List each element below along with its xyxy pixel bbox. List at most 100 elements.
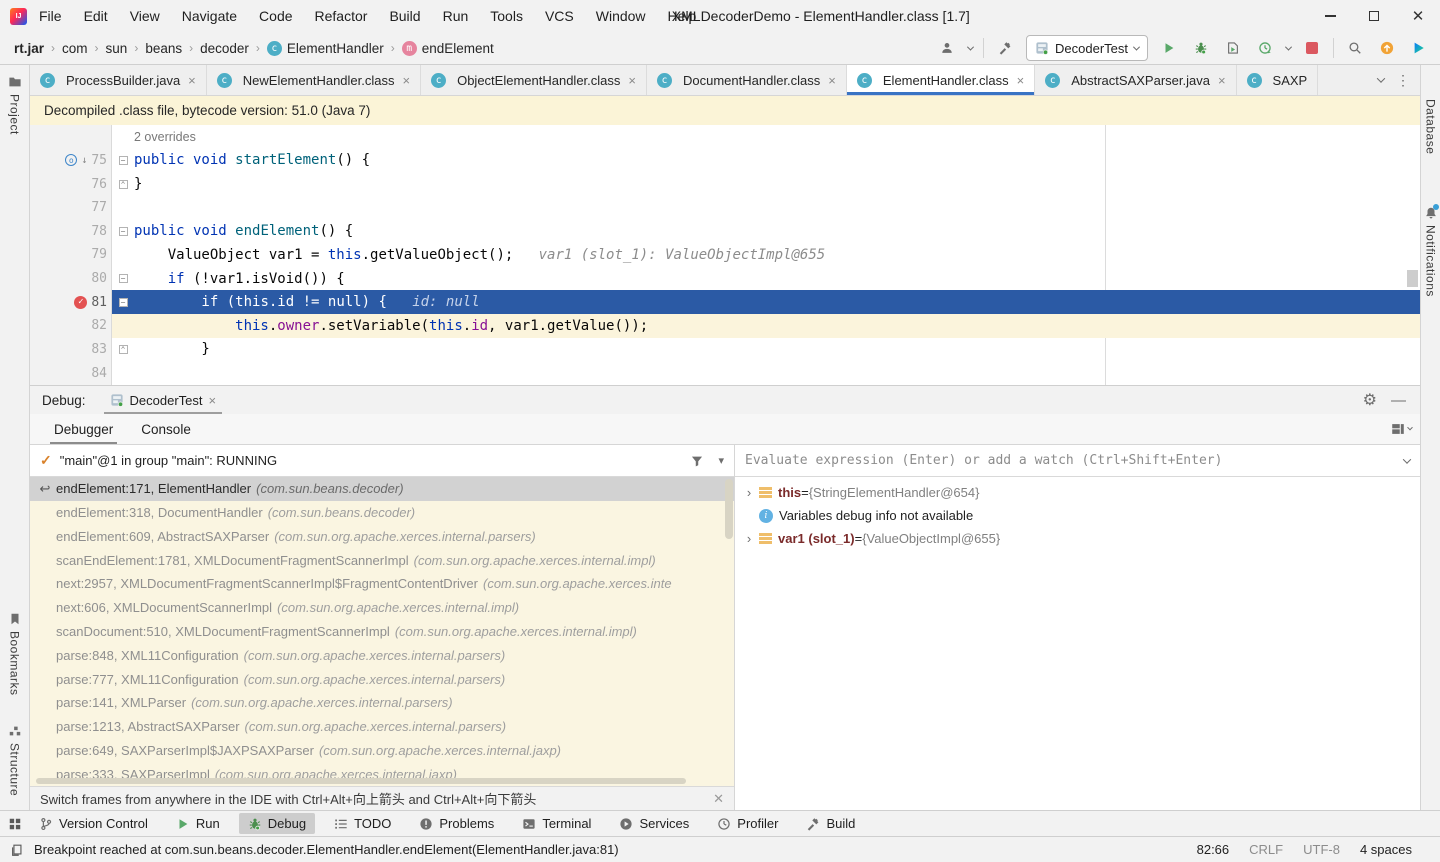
indent-setting[interactable]: 4 spaces (1360, 842, 1412, 857)
expand-chevron-icon[interactable]: › (741, 531, 757, 546)
stack-frame-row[interactable]: endElement:609, AbstractSAXParser (com.su… (30, 525, 734, 549)
tool-window-button-run[interactable]: Run (167, 813, 229, 834)
file-encoding[interactable]: UTF-8 (1303, 842, 1340, 857)
code-line-text[interactable]: if (!var1.isVoid()) { (134, 267, 1420, 291)
code-line-text[interactable]: 2 overrides (134, 125, 1420, 149)
override-marker-icon[interactable]: o (65, 154, 78, 167)
variable-row[interactable]: › this = {StringElementHandler@654} (735, 481, 1420, 504)
variable-row[interactable]: › var1 (slot_1) = {ValueObjectImpl@655} (735, 527, 1420, 550)
tool-window-button-debug[interactable]: Debug (238, 813, 316, 834)
menu-refactor[interactable]: Refactor (315, 8, 368, 24)
menu-code[interactable]: Code (259, 8, 292, 24)
stack-frame-row[interactable]: parse:1213, AbstractSAXParser (com.sun.or… (30, 715, 734, 739)
close-icon[interactable]: × (209, 393, 217, 408)
stack-frame-row[interactable]: next:606, XMLDocumentScannerImpl (com.sun… (30, 596, 734, 620)
breadcrumb-item-com[interactable]: com (62, 41, 88, 56)
code-editor[interactable]: 2 overrides o ↓ 75− public void startElement… (30, 125, 1420, 385)
filter-funnel-icon[interactable] (690, 454, 704, 468)
menu-vcs[interactable]: VCS (545, 8, 574, 24)
menu-window[interactable]: Window (596, 8, 646, 24)
editor-tab-processbuilder-java[interactable]: c ProcessBuilder.java × (30, 65, 207, 95)
stack-frame-row[interactable]: endElement:318, DocumentHandler (com.sun.… (30, 501, 734, 525)
breadcrumb-item-endelement[interactable]: m endElement (401, 40, 494, 56)
breadcrumb-item-beans[interactable]: beans (145, 41, 182, 56)
code-line-text[interactable]: public void endElement() { (134, 220, 1420, 244)
close-icon[interactable]: × (403, 73, 411, 88)
chevron-down-icon[interactable] (1284, 43, 1293, 51)
debug-button[interactable] (1190, 37, 1212, 59)
stack-frame-row[interactable]: parse:141, XMLParser (com.sun.org.apache.… (30, 691, 734, 715)
minimize-button[interactable] (1308, 0, 1352, 32)
menu-edit[interactable]: Edit (84, 8, 108, 24)
chevron-down-icon[interactable] (966, 43, 975, 51)
breadcrumb-item-rt.jar[interactable]: rt.jar (14, 41, 44, 56)
tool-window-switcher-icon[interactable] (0, 817, 30, 831)
fold-expand-icon[interactable]: ⌃ (118, 344, 128, 354)
editor-scrollbar[interactable] (1407, 270, 1418, 287)
menu-build[interactable]: Build (389, 8, 420, 24)
tool-window-button-profiler[interactable]: Profiler (708, 813, 787, 834)
menu-file[interactable]: File (39, 8, 62, 24)
stack-frame-row[interactable]: parse:848, XML11Configuration (com.sun.or… (30, 643, 734, 667)
breadcrumb-item-sun[interactable]: sun (106, 41, 128, 56)
breakpoint-icon[interactable]: ✓ (74, 295, 88, 309)
menu-tools[interactable]: Tools (490, 8, 523, 24)
editor-tab-objectelementhandler-class[interactable]: c ObjectElementHandler.class × (421, 65, 647, 95)
plugin-promo-icon[interactable] (1408, 37, 1430, 59)
chevron-down-icon[interactable] (1402, 454, 1412, 464)
code-line-text[interactable]: } (134, 338, 1420, 362)
line-ending[interactable]: CRLF (1249, 842, 1283, 857)
more-options-icon[interactable]: ⋮ (1396, 72, 1410, 89)
tool-button-database[interactable]: Database (1424, 99, 1438, 154)
tool-button-bookmarks[interactable]: Bookmarks (8, 612, 22, 696)
stop-button[interactable] (1301, 37, 1323, 59)
close-icon[interactable]: ✕ (713, 791, 724, 807)
code-line-text[interactable] (134, 196, 1420, 220)
menu-navigate[interactable]: Navigate (182, 8, 237, 24)
run-configuration-select[interactable]: DecoderTest (1026, 35, 1148, 61)
fold-collapse-icon[interactable]: − (118, 226, 128, 236)
debug-session-tab[interactable]: DecoderTest × (103, 386, 223, 414)
tab-console[interactable]: Console (127, 414, 205, 444)
coverage-button[interactable] (1222, 37, 1244, 59)
frames-vscrollbar[interactable] (725, 479, 733, 539)
tool-window-button-problems[interactable]: Problems (410, 813, 503, 834)
code-line-text[interactable] (134, 361, 1420, 385)
tool-window-button-build[interactable]: Build (797, 813, 864, 834)
run-button[interactable] (1158, 37, 1180, 59)
code-line-text[interactable]: public void startElement() { (134, 149, 1420, 173)
editor-tab-documenthandler-class[interactable]: c DocumentHandler.class × (647, 65, 847, 95)
close-icon[interactable]: × (1017, 73, 1025, 88)
tool-window-button-version-control[interactable]: Version Control (30, 813, 157, 834)
variable-row[interactable]: i Variables debug info not available (735, 504, 1420, 527)
code-line-text[interactable]: this. owner .setVariable(this. id, var1.get… (134, 314, 1420, 338)
tab-debugger[interactable]: Debugger (40, 414, 127, 444)
close-icon[interactable]: × (628, 73, 636, 88)
profiler-button[interactable] (1254, 37, 1276, 59)
frames-hscrollbar[interactable] (36, 778, 686, 784)
stack-frame-row[interactable]: parse:649, SAXParserImpl$JAXPSAXParser (c… (30, 738, 734, 762)
tool-window-button-services[interactable]: Services (610, 813, 698, 834)
update-available-icon[interactable] (1376, 37, 1398, 59)
expand-chevron-icon[interactable]: › (741, 485, 757, 500)
editor-tab-abstractsaxparser-java[interactable]: c AbstractSAXParser.java × (1035, 65, 1237, 95)
close-button[interactable]: ✕ (1396, 0, 1440, 32)
user-profile-icon[interactable] (936, 37, 958, 59)
thread-selector[interactable]: ✓ "main"@1 in group "main": RUNNING ▾ (30, 445, 734, 477)
chevron-down-icon[interactable]: ▾ (718, 454, 724, 467)
code-line-text[interactable]: if (this .id != null) { id: null (134, 290, 1420, 314)
close-icon[interactable]: × (1218, 73, 1226, 88)
hide-panel-icon[interactable]: — (1391, 392, 1406, 409)
tool-button-structure[interactable]: Structure (8, 724, 22, 796)
stack-frame-row[interactable]: scanEndElement:1781, XMLDocumentFragment… (30, 548, 734, 572)
inlay-hint[interactable]: 2 overrides (134, 130, 196, 144)
menu-run[interactable]: Run (443, 8, 469, 24)
tool-button-notifications[interactable]: Notifications (1424, 204, 1439, 297)
fold-collapse-icon[interactable]: − (118, 274, 128, 284)
editor-tab-saxp[interactable]: c SAXP (1237, 65, 1319, 95)
maximize-button[interactable] (1352, 0, 1396, 32)
tool-window-button-terminal[interactable]: Terminal (513, 813, 600, 834)
build-hammer-icon[interactable] (994, 37, 1016, 59)
code-line-text[interactable]: } (134, 172, 1420, 196)
chevron-down-icon[interactable] (1376, 74, 1386, 83)
